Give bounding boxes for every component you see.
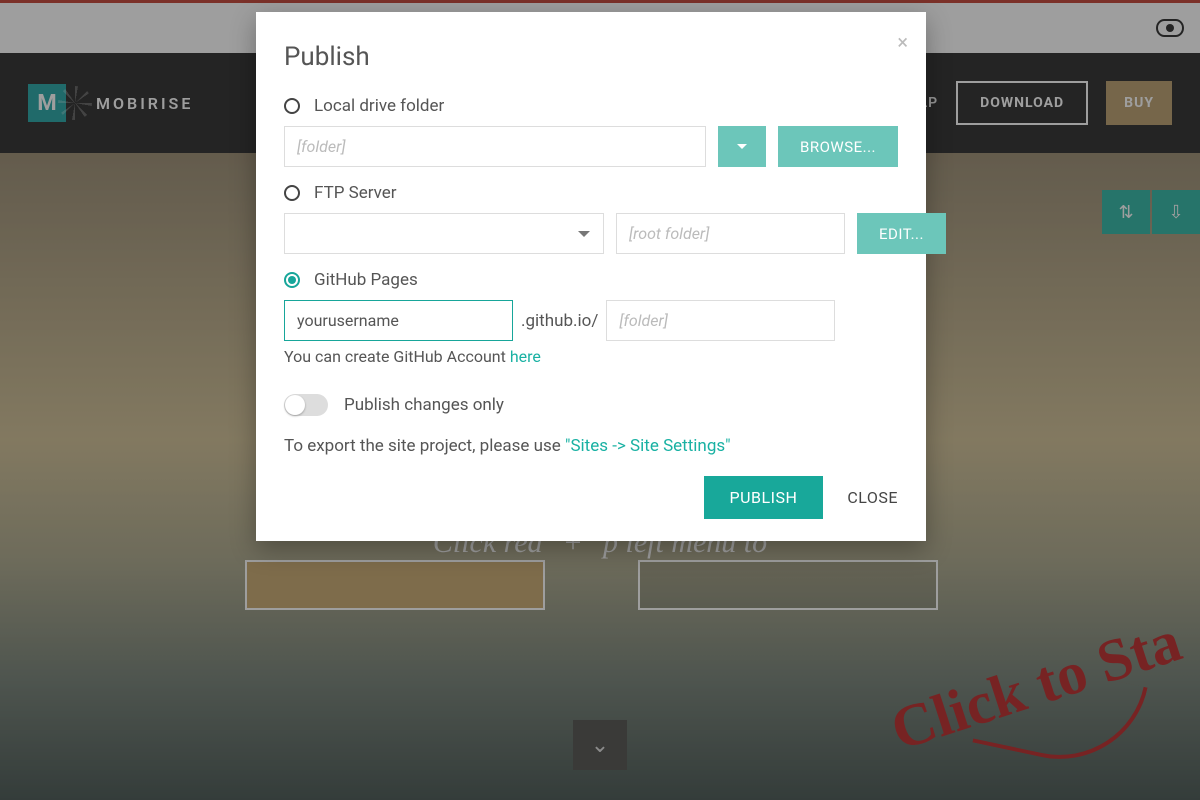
radio-github[interactable] xyxy=(284,272,300,288)
publish-changes-only-label: Publish changes only xyxy=(344,395,504,415)
github-username-input[interactable] xyxy=(284,300,513,341)
ftp-root-input[interactable] xyxy=(616,213,845,254)
radio-ftp[interactable] xyxy=(284,185,300,201)
modal-close-x[interactable]: × xyxy=(897,30,908,54)
ftp-server-value[interactable] xyxy=(284,213,604,254)
publish-changes-only-toggle[interactable] xyxy=(284,394,328,416)
github-folder-input[interactable] xyxy=(606,300,835,341)
github-domain-label: .github.io/ xyxy=(521,311,598,331)
publish-button[interactable]: PUBLISH xyxy=(704,476,824,519)
ftp-server-select[interactable] xyxy=(284,213,604,254)
local-folder-input[interactable] xyxy=(284,126,706,167)
github-hint: You can create GitHub Account here xyxy=(284,347,898,366)
export-note-text: To export the site project, please use xyxy=(284,436,565,456)
ftp-edit-button[interactable]: EDIT... xyxy=(857,213,946,254)
local-folder-dropdown[interactable] xyxy=(718,126,766,167)
export-note: To export the site project, please use "… xyxy=(284,436,898,456)
site-settings-link[interactable]: "Sites -> Site Settings" xyxy=(565,436,731,456)
github-create-link[interactable]: here xyxy=(510,347,541,366)
label-ftp: FTP Server xyxy=(314,183,397,203)
close-button[interactable]: CLOSE xyxy=(847,488,898,507)
label-local-drive: Local drive folder xyxy=(314,96,444,116)
github-hint-text: You can create GitHub Account xyxy=(284,347,510,366)
publish-modal: Publish × Local drive folder BROWSE... F… xyxy=(256,12,926,541)
radio-local-drive[interactable] xyxy=(284,98,300,114)
label-github: GitHub Pages xyxy=(314,270,418,290)
browse-button[interactable]: BROWSE... xyxy=(778,126,898,167)
modal-title: Publish xyxy=(284,42,898,72)
